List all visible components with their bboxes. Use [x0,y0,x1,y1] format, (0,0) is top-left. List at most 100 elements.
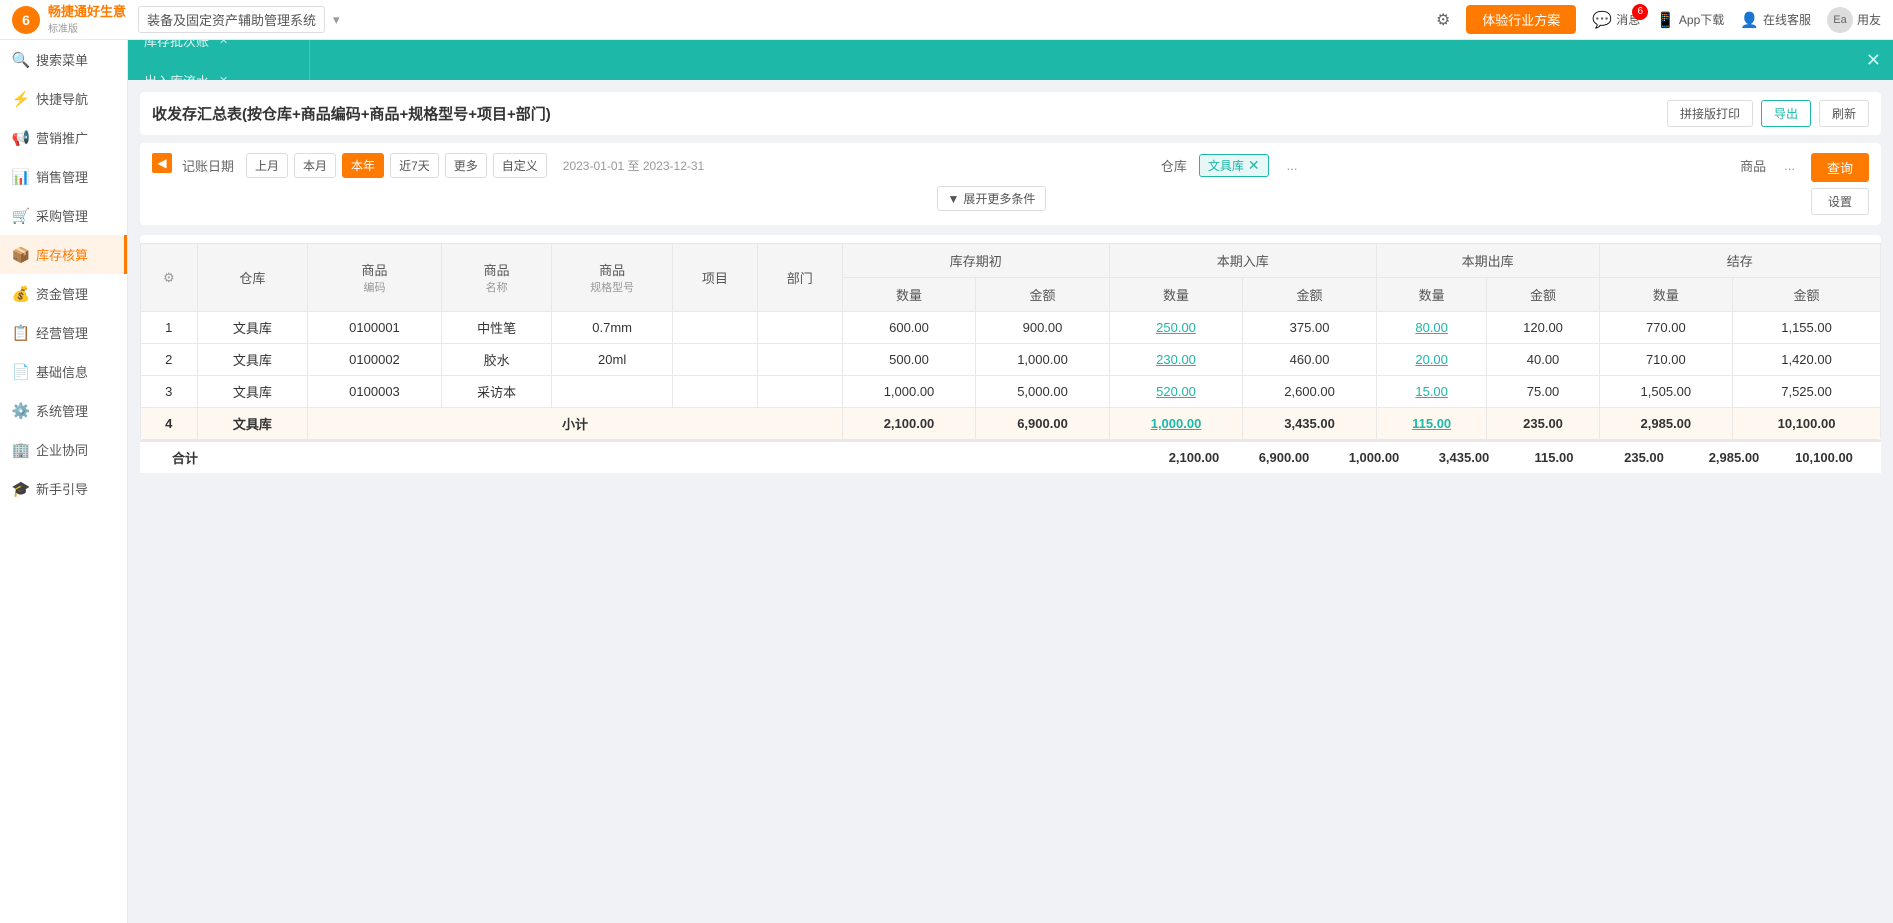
cell-closing-qty: 1,505.00 [1599,376,1733,408]
date-btn-custom[interactable]: 自定义 [493,153,547,178]
cell-out-qty[interactable]: 20.00 [1376,344,1487,376]
cell-out-qty[interactable]: 15.00 [1376,376,1487,408]
table-row: 3 文具库 0100003 采访本 1,000.00 5,000.00 520.… [141,376,1881,408]
th-group-in: 本期入库 [1109,244,1376,278]
logo-area: 6 畅捷通好生意 标准版 [12,4,126,35]
sidebar-label-operation: 经营管理 [36,323,88,342]
cell-out-qty[interactable]: 80.00 [1376,312,1487,344]
date-btn-7days[interactable]: 近7天 [390,153,439,178]
total-out-amt: 235.00 [1599,450,1689,465]
cell-closing-amt: 1,155.00 [1733,312,1881,344]
cell-opening-amt: 900.00 [976,312,1110,344]
cell-out-amt: 235.00 [1487,408,1599,440]
app-download-item[interactable]: 📱 App下载 [1656,11,1724,29]
sidebar-label-guide: 新手引导 [36,479,88,498]
sidebar-items: 🔍搜索菜单⚡快捷导航📢营销推广📊销售管理🛒采购管理📦库存核算💰资金管理📋经营管理… [0,40,127,508]
cell-index: 2 [141,344,198,376]
sidebar-icon-search: 🔍 [12,51,30,69]
gear-icon[interactable]: ⚙ [163,270,175,285]
sidebar-icon-guide: 🎓 [12,480,30,498]
expand-button[interactable]: ▼ 展开更多条件 [937,186,1047,211]
th-project: 项目 [672,244,757,312]
sidebar-item-operation[interactable]: 📋经营管理 [0,313,127,352]
sidebar-item-purchase[interactable]: 🛒采购管理 [0,196,127,235]
query-button[interactable]: 查询 [1811,153,1869,182]
cell-in-qty[interactable]: 1,000.00 [1109,408,1243,440]
date-btn-this-month[interactable]: 本月 [294,153,336,178]
cell-project [672,344,757,376]
system-dropdown-icon[interactable]: ▾ [333,12,340,28]
refresh-button[interactable]: 刷新 [1819,100,1869,127]
print-button[interactable]: 拼接版打印 [1667,100,1753,127]
user-item[interactable]: Ea 用友 [1827,7,1881,33]
sidebar-item-inventory[interactable]: 📦库存核算 [0,235,127,274]
sidebar-icon-quick: ⚡ [12,90,30,108]
total-bar: 合计 2,100.00 6,900.00 1,000.00 3,435.00 1… [140,440,1881,473]
th-opening-amt: 金额 [976,278,1110,312]
collapse-arrow[interactable]: ◀ [152,153,172,173]
sidebar-item-search[interactable]: 🔍搜索菜单 [0,40,127,79]
tab-bar: 首页现存量（库存分布表）✕库存批次账✕出入库流水✕出入库汇总✕收发存汇总表✕ ✕ [128,40,1893,80]
th-group-closing: 结存 [1599,244,1880,278]
sidebar-icon-purchase: 🛒 [12,207,30,225]
date-btn-this-year[interactable]: 本年 [342,153,384,178]
logo-text-block: 畅捷通好生意 标准版 [48,4,126,35]
total-opening-amt: 6,900.00 [1239,450,1329,465]
sidebar-item-marketing[interactable]: 📢营销推广 [0,118,127,157]
cell-spec: 0.7mm [552,312,672,344]
sidebar-item-system[interactable]: ⚙️系统管理 [0,391,127,430]
trial-button[interactable]: 体验行业方案 [1466,5,1576,34]
sidebar-icon-finance: 💰 [12,285,30,303]
cell-opening-qty: 1,000.00 [842,376,976,408]
cell-opening-amt: 5,000.00 [976,376,1110,408]
total-label: 合计 [152,448,232,467]
warehouse-dots[interactable]: ... [1281,156,1304,175]
cell-dept [757,344,842,376]
date-btn-more[interactable]: 更多 [445,153,487,178]
date-btn-prev-month[interactable]: 上月 [246,153,288,178]
th-out-qty: 数量 [1376,278,1487,312]
cell-code: 0100001 [308,312,442,344]
tab-batch[interactable]: 库存批次账✕ [128,40,310,60]
service-label: 在线客服 [1763,11,1811,28]
sidebar-item-finance[interactable]: 💰资金管理 [0,274,127,313]
warehouse-remove-icon[interactable]: ✕ [1248,157,1260,174]
th-spec: 商品规格型号 [552,244,672,312]
sidebar-label-basic: 基础信息 [36,362,88,381]
content-area: 首页现存量（库存分布表）✕库存批次账✕出入库流水✕出入库汇总✕收发存汇总表✕ ✕… [128,40,1893,923]
cell-out-amt: 40.00 [1487,344,1599,376]
settings-button[interactable]: 设置 [1811,188,1869,215]
cell-out-qty[interactable]: 115.00 [1376,408,1487,440]
sidebar-item-basic[interactable]: 📄基础信息 [0,352,127,391]
cell-name: 胶水 [441,344,552,376]
sidebar-item-sales[interactable]: 📊销售管理 [0,157,127,196]
th-gear[interactable]: ⚙ [141,244,198,312]
settings-icon[interactable]: ⚙ [1436,10,1450,30]
cell-in-qty[interactable]: 520.00 [1109,376,1243,408]
export-button[interactable]: 导出 [1761,100,1811,127]
cell-index: 3 [141,376,198,408]
sidebar-label-inventory: 库存核算 [36,245,88,264]
cell-out-amt: 75.00 [1487,376,1599,408]
warehouse-label: 仓库 [1161,156,1187,175]
sidebar-item-guide[interactable]: 🎓 新手引导 [0,469,127,508]
tab-close-batch[interactable]: ✕ [219,40,228,47]
cell-in-qty[interactable]: 250.00 [1109,312,1243,344]
close-all-icon[interactable]: ✕ [1866,50,1893,71]
cell-in-qty[interactable]: 230.00 [1109,344,1243,376]
total-out-qty: 115.00 [1509,450,1599,465]
sidebar-item-enterprise[interactable]: 🏢企业协同 [0,430,127,469]
product-dots[interactable]: ... [1778,156,1801,175]
sidebar-label-marketing: 营销推广 [36,128,88,147]
cell-code: 0100003 [308,376,442,408]
sidebar-icon-system: ⚙️ [12,402,30,420]
user-label: 用友 [1857,11,1881,28]
th-in-qty: 数量 [1109,278,1243,312]
cell-project [672,312,757,344]
system-name: 装备及固定资产辅助管理系统 [138,6,325,33]
sidebar-item-quick[interactable]: ⚡快捷导航 [0,79,127,118]
th-name: 商品名称 [441,244,552,312]
message-item[interactable]: 💬 消息 6 [1592,10,1640,30]
total-in-qty: 1,000.00 [1329,450,1419,465]
service-item[interactable]: 👤 在线客服 [1740,11,1811,29]
